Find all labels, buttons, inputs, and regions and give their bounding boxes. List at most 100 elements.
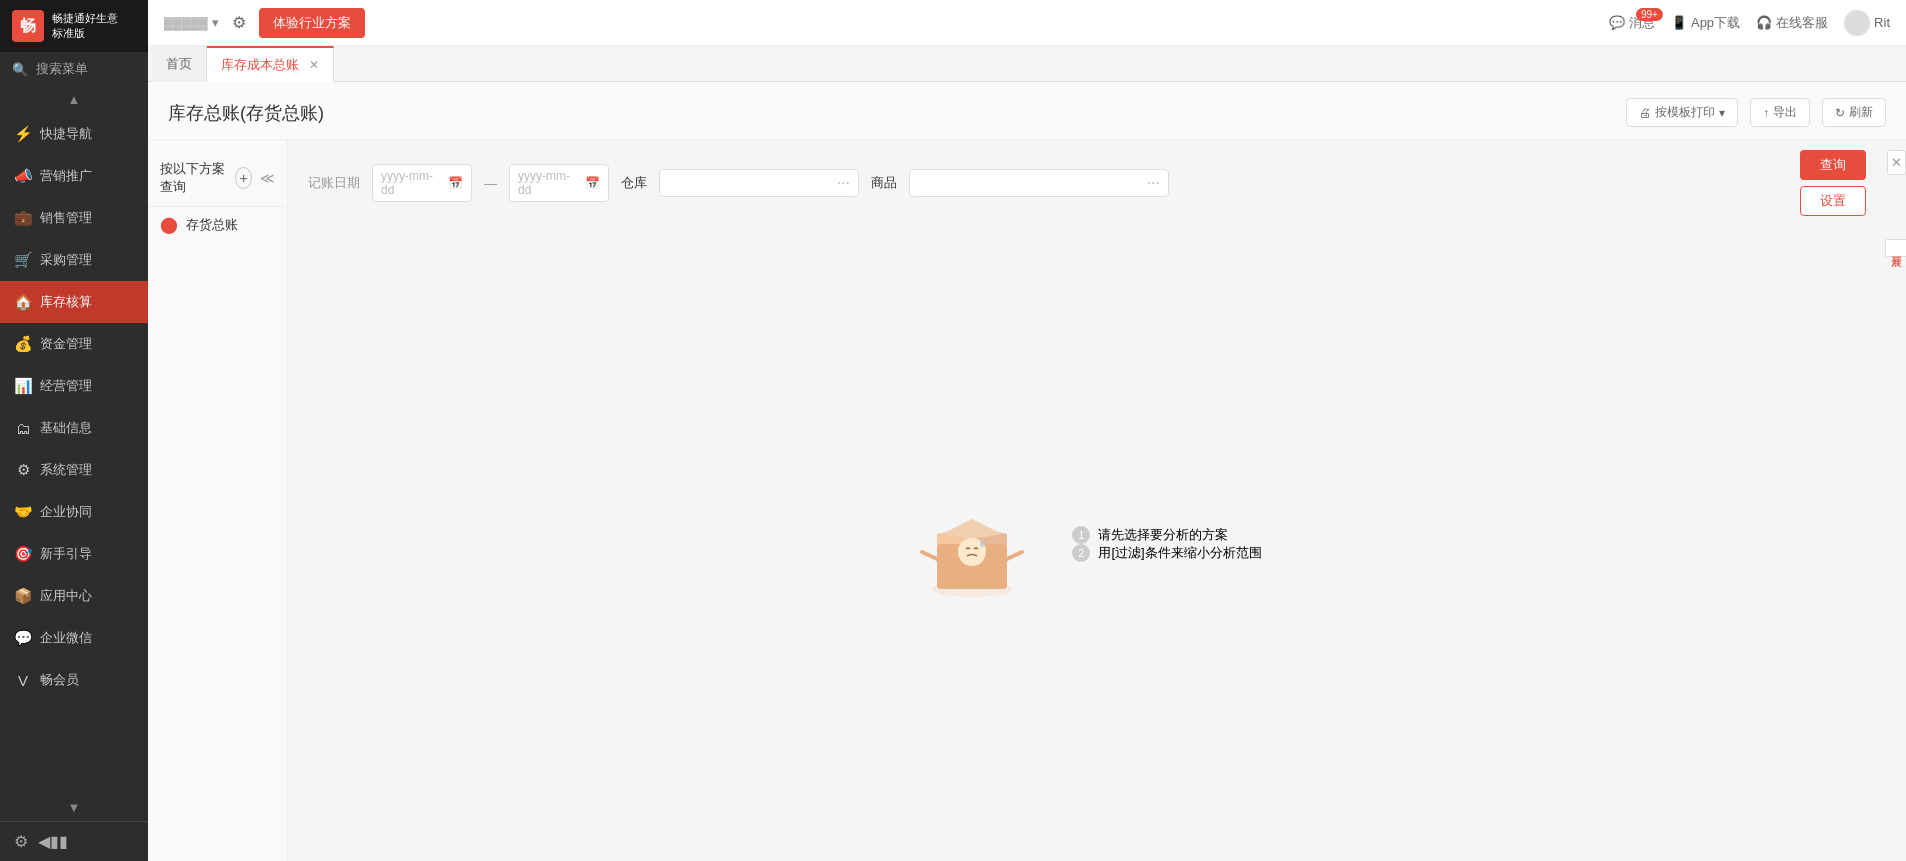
empty-tip-1: 1 请先选择要分析的方案: [1072, 526, 1261, 544]
appstore-label: 应用中心: [40, 587, 92, 605]
finance-label: 资金管理: [40, 335, 92, 353]
export-icon: ↑: [1763, 106, 1769, 120]
sidebar-item-quick-nav[interactable]: ⚡ 快捷导航: [0, 113, 148, 155]
svg-point-7: [980, 541, 984, 547]
filter-actions: 查询 设置: [1800, 150, 1866, 216]
empty-state: 1 请先选择要分析的方案 2 用[过滤]条件来缩小分析范围: [912, 484, 1261, 604]
filter-label: 按以下方案查询: [160, 160, 227, 196]
sidebar-item-enterprise[interactable]: 🤝 企业协同: [0, 491, 148, 533]
sidebar-item-operations[interactable]: 📊 经营管理: [0, 365, 148, 407]
topbar-left: ▓▓▓▓▓ ▾ ⚙ 体验行业方案: [164, 8, 1599, 38]
tab-home-label: 首页: [166, 55, 192, 73]
tab-home[interactable]: 首页: [152, 46, 207, 82]
online-service-btn[interactable]: 🎧 在线客服: [1756, 14, 1828, 32]
topbar: ▓▓▓▓▓ ▾ ⚙ 体验行业方案 💬 消息 99+ 📱 App下载 🎧 在线客服: [148, 0, 1906, 46]
system-label: 系统管理: [40, 461, 92, 479]
settings-icon[interactable]: ⚙: [14, 832, 28, 851]
sidebar-item-inventory[interactable]: 🏠 库存核算: [0, 281, 148, 323]
tip1-num: 1: [1072, 526, 1090, 544]
right-panel-area: ✕ 展开: [1886, 140, 1906, 861]
topbar-right: 💬 消息 99+ 📱 App下载 🎧 在线客服 Rit: [1609, 10, 1890, 36]
tip2-text: 用[过滤]条件来缩小分析范围: [1098, 544, 1261, 562]
topbar-gear-btn[interactable]: ⚙: [225, 9, 253, 37]
tab-inventory-ledger[interactable]: 库存成本总账 ✕: [207, 46, 334, 82]
sales-label: 销售管理: [40, 209, 92, 227]
print-btn[interactable]: 🖨 按模板打印 ▾: [1626, 98, 1738, 127]
sidebar-item-newbie[interactable]: 🎯 新手引导: [0, 533, 148, 575]
vip-label: 畅会员: [40, 671, 79, 689]
warehouse-input[interactable]: ···: [659, 169, 859, 197]
phone-icon: 📱: [1671, 15, 1687, 30]
export-btn[interactable]: ↑ 导出: [1750, 98, 1810, 127]
trial-btn[interactable]: 体验行业方案: [259, 8, 365, 38]
marketing-label: 营销推广: [40, 167, 92, 185]
main-content-area: 记账日期 yyyy-mm-dd 📅 — yyyy-mm-dd 📅 仓库 ···: [288, 140, 1886, 861]
message-icon: 💬: [1609, 15, 1625, 30]
date-separator: —: [484, 176, 497, 191]
filter-add-btn[interactable]: +: [235, 167, 252, 189]
chevron-down-icon: ▾: [212, 15, 219, 30]
calendar-to-icon: 📅: [585, 176, 600, 190]
close-panel-btn[interactable]: ✕: [1887, 150, 1906, 175]
filter-collapse-icon[interactable]: ≪: [260, 170, 275, 186]
user-profile[interactable]: Rit: [1844, 10, 1890, 36]
main-area: ▓▓▓▓▓ ▾ ⚙ 体验行业方案 💬 消息 99+ 📱 App下载 🎧 在线客服: [148, 0, 1906, 861]
sidebar-item-appstore[interactable]: 📦 应用中心: [0, 575, 148, 617]
sidebar-item-purchase[interactable]: 🛒 采购管理: [0, 239, 148, 281]
inventory-label: 库存核算: [40, 293, 92, 311]
query-btn[interactable]: 查询: [1800, 150, 1866, 180]
sidebar-nav: ⚡ 快捷导航 📣 营销推广 💼 销售管理 🛒 采购管理 🏠 库存核算 💰 资金管…: [0, 113, 148, 794]
refresh-label: 刷新: [1849, 104, 1873, 121]
date-to-input[interactable]: yyyy-mm-dd 📅: [509, 164, 609, 202]
date-to-placeholder: yyyy-mm-dd: [518, 169, 581, 197]
search-icon: 🔍: [12, 62, 28, 77]
sidebar-item-marketing[interactable]: 📣 营销推广: [0, 155, 148, 197]
scheme-item-label: 存货总账: [186, 216, 238, 234]
sidebar-item-sales[interactable]: 💼 销售管理: [0, 197, 148, 239]
export-label: 导出: [1773, 104, 1797, 121]
vip-icon: V: [14, 671, 32, 689]
tab-close-btn[interactable]: ✕: [309, 58, 319, 72]
printer-icon: 🖨: [1639, 106, 1651, 120]
app-download-btn[interactable]: 📱 App下载: [1671, 14, 1740, 32]
sidebar-item-vip[interactable]: V 畅会员: [0, 659, 148, 701]
expand-panel-btn[interactable]: 展开: [1885, 239, 1907, 257]
tabs-bar: 首页 库存成本总账 ✕: [148, 46, 1906, 82]
tab-inventory-label: 库存成本总账: [221, 56, 299, 74]
page-header: 库存总账(存货总账) 🖨 按模板打印 ▾ ↑ 导出 ↻ 刷新: [148, 82, 1906, 140]
print-label: 按模板打印: [1655, 104, 1715, 121]
sidebar-scroll-down[interactable]: ▼: [0, 794, 148, 821]
sidebar: 畅 畅捷通好生意 标准版 🔍 搜索菜单 ▲ ⚡ 快捷导航 📣 营销推广 💼 销售…: [0, 0, 148, 861]
sidebar-item-system[interactable]: ⚙ 系统管理: [0, 449, 148, 491]
speaker-icon[interactable]: ◀▮▮: [38, 832, 68, 851]
inner-layout: 按以下方案查询 + ≪ ⬤ 存货总账 记账日期 yyyy-mm-dd 📅: [148, 140, 1906, 861]
warehouse-more-icon: ···: [837, 174, 850, 192]
sidebar-bottom: ⚙ ◀▮▮: [0, 821, 148, 861]
tip1-text: 请先选择要分析的方案: [1098, 526, 1228, 544]
date-from-input[interactable]: yyyy-mm-dd 📅: [372, 164, 472, 202]
purchase-icon: 🛒: [14, 251, 32, 269]
warehouse-label: 仓库: [621, 174, 647, 192]
marketing-icon: 📣: [14, 167, 32, 185]
app-download-label: App下载: [1691, 14, 1740, 32]
sidebar-item-finance[interactable]: 💰 资金管理: [0, 323, 148, 365]
topbar-scheme-selector[interactable]: ▓▓▓▓▓ ▾: [164, 15, 219, 30]
empty-tip-2: 2 用[过滤]条件来缩小分析范围: [1072, 544, 1261, 562]
wechat-icon: 💬: [14, 629, 32, 647]
message-btn[interactable]: 💬 消息 99+: [1609, 14, 1655, 32]
svg-line-9: [1007, 552, 1022, 559]
scheme-item-inventory[interactable]: ⬤ 存货总账: [148, 207, 287, 242]
goods-input[interactable]: ···: [909, 169, 1169, 197]
refresh-btn[interactable]: ↻ 刷新: [1822, 98, 1886, 127]
calendar-from-icon: 📅: [448, 176, 463, 190]
sidebar-search[interactable]: 🔍 搜索菜单: [0, 52, 148, 86]
settings-btn[interactable]: 设置: [1800, 186, 1866, 216]
sidebar-search-label: 搜索菜单: [36, 60, 88, 78]
sidebar-item-basics[interactable]: 🗂 基础信息: [0, 407, 148, 449]
empty-tips: 1 请先选择要分析的方案 2 用[过滤]条件来缩小分析范围: [1072, 526, 1261, 562]
sidebar-scroll-up[interactable]: ▲: [0, 86, 148, 113]
inventory-icon: 🏠: [14, 293, 32, 311]
enterprise-icon: 🤝: [14, 503, 32, 521]
message-badge: 99+: [1636, 8, 1663, 21]
sidebar-item-wechat[interactable]: 💬 企业微信: [0, 617, 148, 659]
